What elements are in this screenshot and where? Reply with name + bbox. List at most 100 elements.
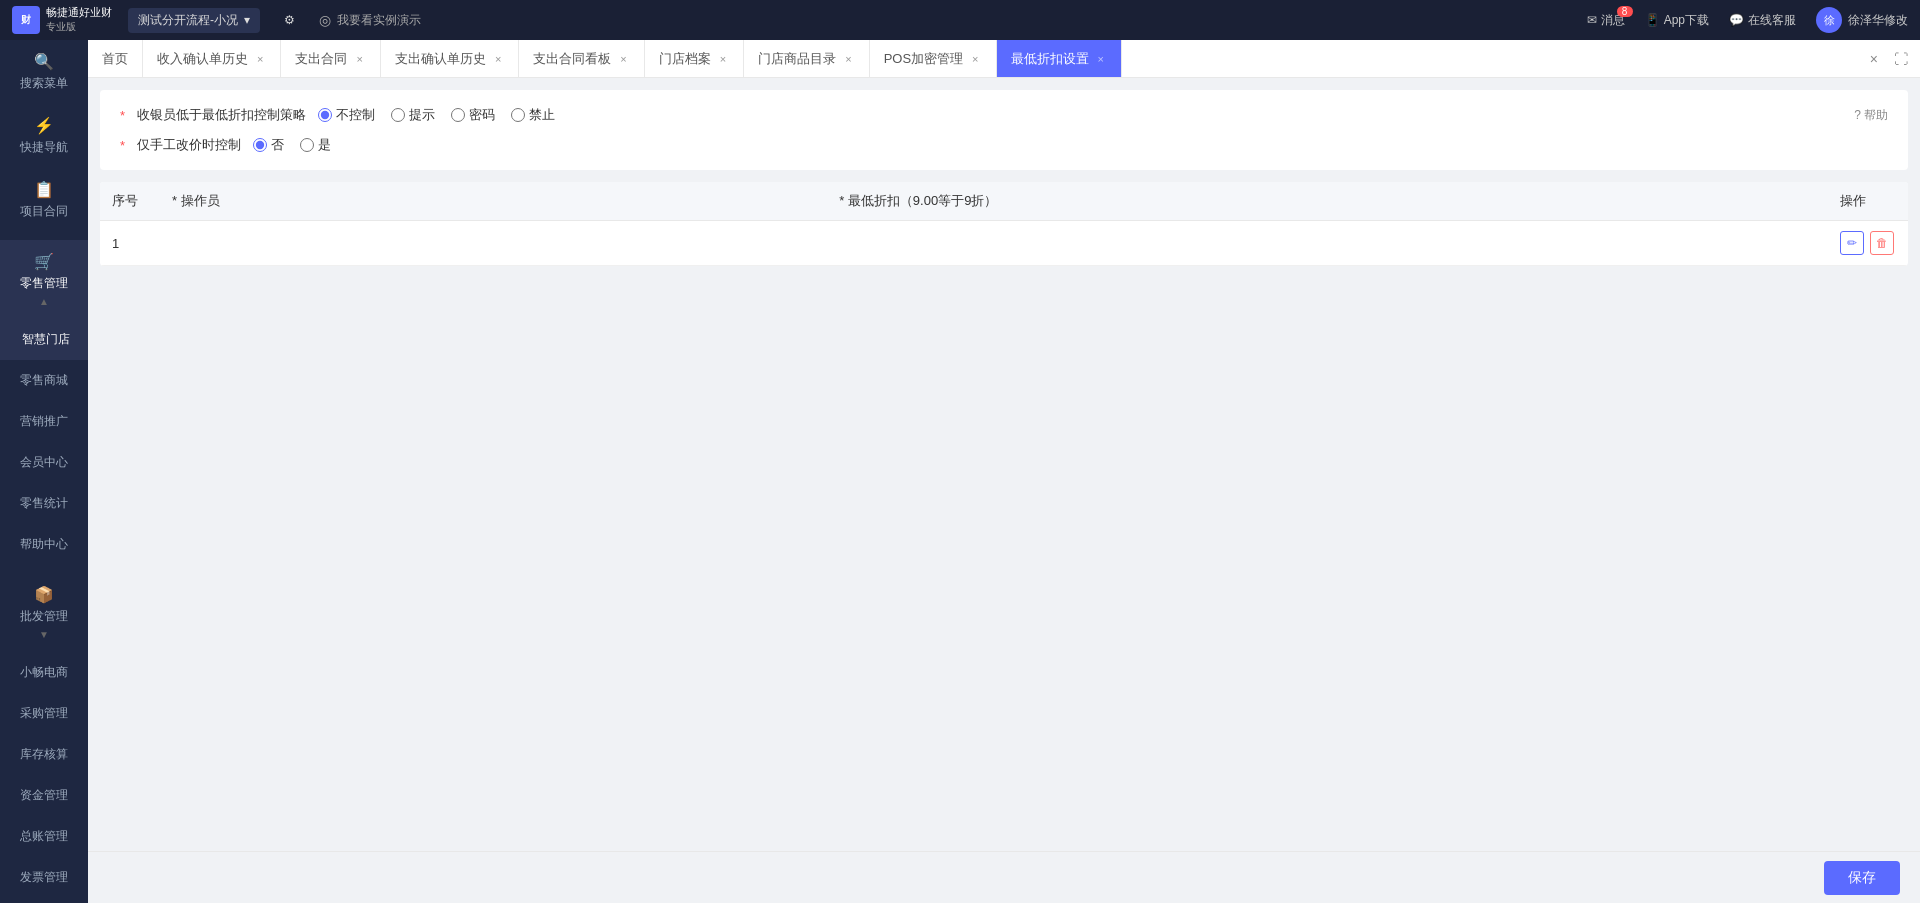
tab-home[interactable]: 首页 [88,40,143,78]
sidebar-item-contract[interactable]: 📋 项目合同 [0,168,88,232]
message-btn[interactable]: ✉ 消息 8 [1587,12,1625,29]
sidebar-label-retail-stats: 零售统计 [20,495,68,512]
tab-payment-confirm-close[interactable]: × [492,52,504,66]
sidebar-item-online-store[interactable]: 零售商城 [0,360,88,401]
help-label: 帮助 [1864,107,1888,124]
tab-min-discount[interactable]: 最低折扣设置 × [997,40,1122,78]
project-selector[interactable]: 测试分开流程-小况 ▾ [128,8,260,33]
sidebar-label-finance: 资金管理 [20,787,68,804]
tab-min-discount-close[interactable]: × [1095,52,1107,66]
chevron-down-icon: ▾ [244,13,250,27]
policy-hint-label: 提示 [409,106,435,124]
policy-option-ban[interactable]: 禁止 [511,106,555,124]
message-icon: ✉ [1587,13,1597,27]
policy-ban-label: 禁止 [529,106,555,124]
sidebar-item-retail-stats[interactable]: 零售统计 [0,483,88,524]
tab-store-goods[interactable]: 门店商品目录 × [744,40,869,78]
logo-text-group: 畅捷通好业财 专业版 [46,6,112,33]
sidebar-label-inventory: 库存核算 [20,746,68,763]
tab-pos-lock[interactable]: POS加密管理 × [870,40,997,78]
policy-radio-no-control[interactable] [318,108,332,122]
manual-yes-label: 是 [318,136,331,154]
tab-close-btn[interactable]: × [1866,49,1882,69]
settings-btn[interactable]: ⚙ [276,9,303,31]
sidebar-item-member[interactable]: 会员中心 [0,442,88,483]
manual-radio-no[interactable] [253,138,267,152]
cell-actions: ✏ 🗑 [1828,221,1908,266]
action-buttons: ✏ 🗑 [1840,231,1896,255]
col-header-operator: * 操作员 [160,182,827,221]
bottom-bar: 保存 [88,851,1920,903]
expand-icon: ▲ [39,296,49,307]
sidebar-item-purchase[interactable]: 采购管理 [0,693,88,734]
sidebar-item-retail[interactable]: 🛒 零售管理 ▲ [0,240,88,319]
sidebar-item-shortcuts[interactable]: ⚡ 快捷导航 [0,104,88,168]
sidebar-label-contract: 项目合同 [20,203,68,220]
manual-row: * 仅手工改价时控制 否 是 [120,136,1888,154]
wholesale-icon: 📦 [34,585,54,604]
policy-radio-group: 不控制 提示 密码 禁止 [318,106,555,124]
tab-payment-contract[interactable]: 支出合同 × [281,40,380,78]
tab-payment-confirm-history[interactable]: 支出确认单历史 × [381,40,519,78]
tab-expand-btn[interactable]: ⛶ [1890,49,1912,69]
tab-store-file-close[interactable]: × [717,52,729,66]
table-header-row: 序号 * 操作员 * 最低折扣（9.00等于9折） 操作 [100,182,1908,221]
tab-income-history-close[interactable]: × [254,52,266,66]
manual-radio-yes[interactable] [300,138,314,152]
tab-pos-lock-close[interactable]: × [969,52,981,66]
demo-link[interactable]: ◎ 我要看实例演示 [319,12,421,29]
tab-store-file[interactable]: 门店档案 × [645,40,744,78]
download-icon: 📱 [1645,13,1660,27]
sidebar-label-invoice: 发票管理 [20,869,68,886]
sidebar-item-ledger[interactable]: 总账管理 [0,816,88,857]
sidebar-item-finance[interactable]: 资金管理 [0,775,88,816]
sidebar-item-ecommerce[interactable]: 小畅电商 [0,652,88,693]
demo-label: 我要看实例演示 [337,12,421,29]
manual-option-no[interactable]: 否 [253,136,284,154]
sidebar-item-tax[interactable]: 税务管理 [0,898,88,903]
content-area: 首页 收入确认单历史 × 支出合同 × 支出确认单历史 × 支出合同看板 × 门… [88,40,1920,903]
discount-table: 序号 * 操作员 * 最低折扣（9.00等于9折） 操作 [100,182,1908,266]
edit-row-btn[interactable]: ✏ [1840,231,1864,255]
policy-option-password[interactable]: 密码 [451,106,495,124]
contract-icon: 📋 [34,180,54,199]
help-button[interactable]: ? 帮助 [1854,107,1888,124]
policy-option-no-control[interactable]: 不控制 [318,106,375,124]
sidebar-item-wholesale[interactable]: 📦 批发管理 ▼ [0,573,88,652]
sidebar-item-invoice[interactable]: 发票管理 [0,857,88,898]
col-header-discount: * 最低折扣（9.00等于9折） [827,182,1828,221]
settings-icon: ⚙ [284,13,295,27]
tab-income-history[interactable]: 收入确认单历史 × [143,40,281,78]
online-service-btn[interactable]: 💬 在线客服 [1729,12,1796,29]
manual-option-yes[interactable]: 是 [300,136,331,154]
sidebar-item-search[interactable]: 🔍 搜索菜单 [0,40,88,104]
sidebar-item-inventory[interactable]: 库存核算 [0,734,88,775]
discount-table-card: 序号 * 操作员 * 最低折扣（9.00等于9折） 操作 [100,182,1908,266]
save-button[interactable]: 保存 [1824,861,1900,895]
sidebar-label-online-store: 零售商城 [20,372,68,389]
tab-payment-contract-close[interactable]: × [353,52,365,66]
sidebar-item-marketing[interactable]: 营销推广 [0,401,88,442]
policy-radio-hint[interactable] [391,108,405,122]
policy-label: 收银员低于最低折扣控制策略 [137,106,306,124]
tab-min-discount-label: 最低折扣设置 [1011,50,1089,68]
tab-store-goods-close[interactable]: × [842,52,854,66]
circle-icon: ◎ [319,12,331,28]
policy-option-hint[interactable]: 提示 [391,106,435,124]
search-icon: 🔍 [34,52,54,71]
policy-radio-ban[interactable] [511,108,525,122]
logo-subtitle: 专业版 [46,20,112,34]
sidebar-label-wholesale: 批发管理 [20,608,68,625]
tab-payment-board[interactable]: 支出合同看板 × [519,40,644,78]
policy-radio-password[interactable] [451,108,465,122]
sidebar-label-purchase: 采购管理 [20,705,68,722]
user-profile-btn[interactable]: 徐 徐泽华修改 [1816,7,1908,33]
sidebar-item-help[interactable]: 帮助中心 [0,524,88,565]
message-badge: 8 [1617,6,1633,17]
manual-radio-group: 否 是 [253,136,331,154]
sidebar-item-smart-store[interactable]: 智慧门店 [0,319,88,360]
delete-row-btn[interactable]: 🗑 [1870,231,1894,255]
tab-payment-board-close[interactable]: × [617,52,629,66]
app-download-btn[interactable]: 📱 App下载 [1645,12,1709,29]
sidebar-label-member: 会员中心 [20,454,68,471]
